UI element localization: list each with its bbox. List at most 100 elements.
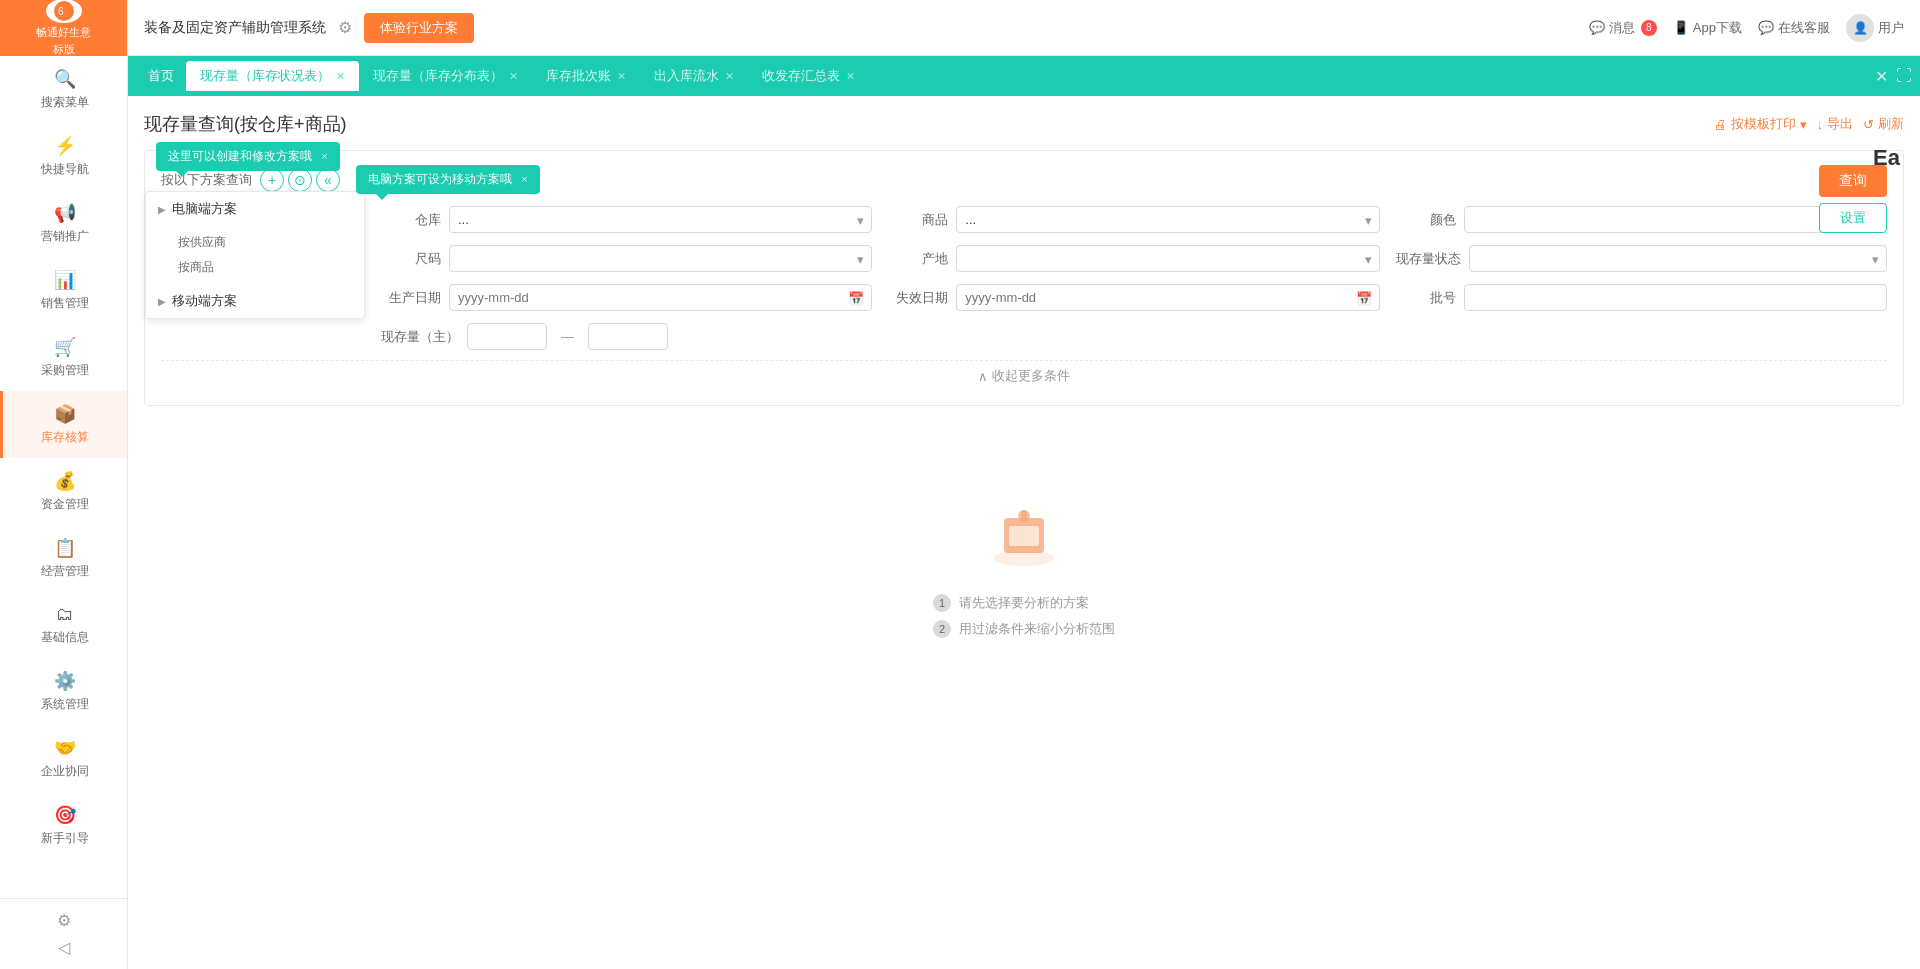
back-icon: « — [324, 172, 332, 188]
notifications-item[interactable]: 💬 消息 8 — [1589, 19, 1657, 37]
topbar-right: 💬 消息 8 📱 App下载 💬 在线客服 👤 用户 — [1589, 14, 1904, 42]
back-scheme-btn[interactable]: « — [316, 168, 340, 192]
field-expiry-date: 失效日期 📅 — [888, 284, 1379, 311]
sidebar-item-capital[interactable]: 💰 资金管理 — [0, 458, 127, 525]
sidebar-item-marketing[interactable]: 📢 营销推广 — [0, 190, 127, 257]
pc-scheme-label: 电脑端方案 — [172, 200, 237, 218]
inventory-status-select[interactable] — [1469, 245, 1887, 272]
topbar-left: 装备及固定资产辅助管理系统 ⚙ 体验行业方案 — [144, 13, 474, 43]
tab-close-all-icon[interactable]: ✕ — [1875, 67, 1888, 86]
scheme-child-1[interactable]: 按供应商 — [170, 230, 352, 255]
tooltip1-text: 电脑方案可设为移动方案哦 — [368, 172, 512, 186]
system-icon: ⚙️ — [54, 670, 76, 692]
pc-scheme-item[interactable]: ▶ 电脑端方案 — [146, 192, 364, 226]
origin-select-wrapper — [956, 245, 1379, 272]
tip-num-1: 1 — [933, 594, 951, 612]
capital-icon: 💰 — [54, 470, 76, 492]
mobile-scheme-item[interactable]: ▶ 移动端方案 — [146, 284, 364, 318]
sidebar-item-guide[interactable]: 🎯 新手引导 — [0, 792, 127, 859]
app-version: 标版 — [53, 42, 75, 57]
tab-summary[interactable]: 收发存汇总表 ✕ — [748, 61, 869, 91]
refresh-icon: ↺ — [1863, 117, 1874, 132]
industry-btn[interactable]: 体验行业方案 — [364, 13, 474, 43]
svg-point-0 — [54, 1, 74, 21]
enterprise-icon: 🤝 — [54, 737, 76, 759]
tab-flow[interactable]: 出入库流水 ✕ — [640, 61, 748, 91]
guide-icon: 🎯 — [54, 804, 76, 826]
refresh-btn[interactable]: ↺ 刷新 — [1863, 115, 1904, 133]
search-fields: 仓库 ... 商品 ... — [381, 206, 1887, 350]
tab-close-inventory-status[interactable]: ✕ — [336, 70, 345, 83]
settings-icon[interactable]: ⚙ — [57, 911, 71, 930]
tooltip1-close[interactable]: × — [521, 173, 527, 185]
production-date-input[interactable] — [449, 284, 872, 311]
expiry-date-input[interactable] — [956, 284, 1379, 311]
field-batch: 批号 — [1396, 284, 1887, 311]
inventory-qty-from-input[interactable] — [467, 323, 547, 350]
tooltip2-text: 这里可以创建和修改方案哦 — [168, 149, 312, 163]
warehouse-select[interactable]: ... — [449, 206, 872, 233]
search-header-actions: + ⊙ « — [260, 168, 340, 192]
svg-rect-6 — [1021, 510, 1027, 518]
topbar-settings-icon[interactable]: ⚙ — [338, 18, 352, 37]
tab-close-summary[interactable]: ✕ — [846, 70, 855, 83]
logo-area: 6 畅通好生意 标版 — [0, 0, 127, 56]
search-collapse-btn[interactable]: ∧ 收起更多条件 — [161, 360, 1887, 391]
empty-tip-2-text: 用过滤条件来缩小分析范围 — [959, 620, 1115, 638]
add-scheme-btn[interactable]: + — [260, 168, 284, 192]
sidebar-item-sales[interactable]: 📊 销售管理 — [0, 257, 127, 324]
sidebar-item-operations[interactable]: 📋 经营管理 — [0, 525, 127, 592]
scheme-child-2[interactable]: 按商品 — [170, 255, 352, 280]
sidebar-nav: 🔍 搜索菜单 ⚡ 快捷导航 📢 营销推广 📊 销售管理 🛒 采购管理 📦 — [0, 56, 127, 898]
collapse-label: 收起更多条件 — [992, 367, 1070, 385]
sidebar-item-basic[interactable]: 🗂 基础信息 — [0, 592, 127, 658]
tab-close-batch[interactable]: ✕ — [617, 70, 626, 83]
support-item[interactable]: 💬 在线客服 — [1758, 19, 1830, 37]
empty-state: 1 请先选择要分析的方案 2 用过滤条件来缩小分析范围 — [144, 418, 1904, 718]
pc-scheme-sub1: 按供应商 按商品 — [146, 226, 364, 284]
product-select[interactable]: ... — [956, 206, 1379, 233]
sidebar-item-quick[interactable]: ⚡ 快捷导航 — [0, 123, 127, 190]
tab-close-inventory-dist[interactable]: ✕ — [509, 70, 518, 83]
export-btn[interactable]: ↓ 导出 — [1817, 115, 1854, 133]
tab-fullscreen-icon[interactable]: ⛶ — [1896, 67, 1912, 85]
tab-close-flow[interactable]: ✕ — [725, 70, 734, 83]
field-product-label: 商品 — [888, 211, 948, 229]
expiry-date-input-wrapper: 📅 — [956, 284, 1379, 311]
expiry-date-cal-icon[interactable]: 📅 — [1356, 290, 1372, 305]
inventory-qty-to-input[interactable] — [588, 323, 668, 350]
tab-batch[interactable]: 库存批次账 ✕ — [532, 61, 640, 91]
tooltip2-close[interactable]: × — [321, 150, 327, 162]
tab-inventory-dist[interactable]: 现存量（库存分布表） ✕ — [359, 61, 532, 91]
sidebar-item-system[interactable]: ⚙️ 系统管理 — [0, 658, 127, 725]
size-select[interactable] — [449, 245, 872, 272]
copy-icon: ⊙ — [294, 172, 306, 188]
marketing-icon: 📢 — [54, 202, 76, 224]
copy-scheme-btn[interactable]: ⊙ — [288, 168, 312, 192]
batch-input[interactable] — [1464, 284, 1887, 311]
tooltip1-arrow — [376, 194, 388, 200]
reset-btn[interactable]: 设置 — [1819, 203, 1887, 233]
inventory-status-select-wrapper — [1469, 245, 1887, 272]
production-date-cal-icon[interactable]: 📅 — [848, 290, 864, 305]
search-row-4: 现存量（主） — — [381, 323, 1887, 350]
sales-icon: 📊 — [54, 269, 76, 291]
template-print-btn[interactable]: 🖨 按模板打印 ▾ — [1714, 115, 1807, 133]
origin-select[interactable] — [956, 245, 1379, 272]
tooltip2-container: 这里可以创建和修改方案哦 × — [156, 142, 340, 171]
logo-icon: 6 — [46, 0, 82, 23]
app-download-item[interactable]: 📱 App下载 — [1673, 19, 1742, 37]
sidebar-item-purchase[interactable]: 🛒 采购管理 — [0, 324, 127, 391]
sidebar-item-enterprise[interactable]: 🤝 企业协同 — [0, 725, 127, 792]
field-color-label: 颜色 — [1396, 211, 1456, 229]
collapse-sidebar-icon[interactable]: ◁ — [58, 938, 70, 957]
mobile-scheme-label: 移动端方案 — [172, 292, 237, 310]
sidebar-item-inventory[interactable]: 📦 库存核算 — [0, 391, 127, 458]
user-item[interactable]: 👤 用户 — [1846, 14, 1904, 42]
size-select-wrapper — [449, 245, 872, 272]
tab-home[interactable]: 首页 — [136, 61, 186, 91]
sidebar-item-search[interactable]: 🔍 搜索菜单 — [0, 56, 127, 123]
support-label: 在线客服 — [1778, 19, 1830, 37]
tab-inventory-status[interactable]: 现存量（库存状况表） ✕ — [186, 61, 359, 91]
topbar: 装备及固定资产辅助管理系统 ⚙ 体验行业方案 💬 消息 8 📱 App下载 💬 … — [128, 0, 1920, 56]
